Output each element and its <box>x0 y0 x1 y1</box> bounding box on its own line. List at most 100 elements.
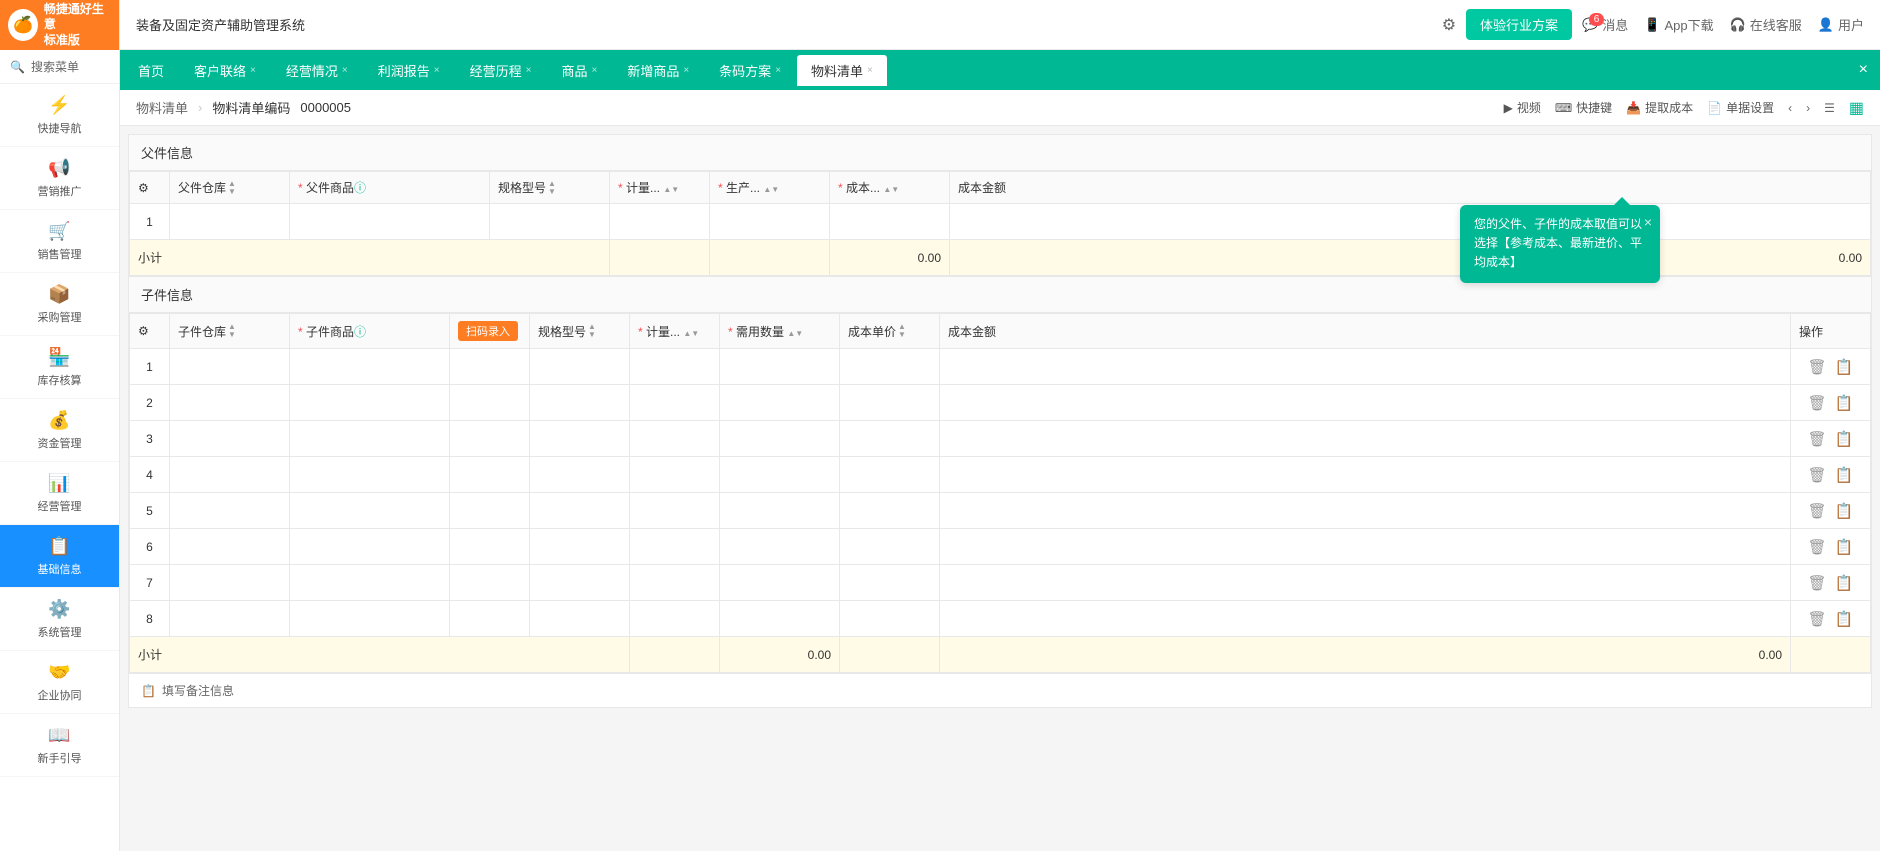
child-qty-8[interactable] <box>720 601 840 637</box>
view-grid-icon[interactable]: ▦ <box>1849 98 1864 118</box>
child-scan-1[interactable] <box>450 349 530 385</box>
sidebar-item-operation[interactable]: 📊 经营管理 <box>0 462 119 525</box>
extract-cost-btn[interactable]: 📥 提取成本 <box>1626 99 1693 116</box>
child-unit-3[interactable] <box>630 421 720 457</box>
child-unit-7[interactable] <box>630 565 720 601</box>
child-product-7[interactable] <box>290 565 450 601</box>
child-unit-cost-2[interactable] <box>840 385 940 421</box>
tab-profit-close[interactable]: × <box>434 65 440 76</box>
child-qty-4[interactable] <box>720 457 840 493</box>
sidebar-item-basic[interactable]: 📋 基础信息 <box>0 525 119 588</box>
child-qty-2[interactable] <box>720 385 840 421</box>
parent-warehouse-1[interactable] <box>170 204 290 240</box>
tab-customer-close[interactable]: × <box>250 65 256 76</box>
sidebar-item-sales[interactable]: 🛒 销售管理 <box>0 210 119 273</box>
copy-row-5[interactable]: 📋 <box>1835 502 1854 520</box>
child-warehouse-4[interactable] <box>170 457 290 493</box>
delete-row-5[interactable]: 🗑 <box>1808 502 1827 520</box>
parent-spec-1[interactable] <box>490 204 610 240</box>
tab-add-goods-close[interactable]: × <box>683 65 689 76</box>
child-warehouse-2[interactable] <box>170 385 290 421</box>
copy-row-8[interactable]: 📋 <box>1835 610 1854 628</box>
parent-cost-1[interactable] <box>830 204 950 240</box>
child-scan-8[interactable] <box>450 601 530 637</box>
tab-profit[interactable]: 利润报告 × <box>364 55 454 86</box>
child-unit-4[interactable] <box>630 457 720 493</box>
sidebar-item-marketing[interactable]: 📢 营销推广 <box>0 147 119 210</box>
tab-history[interactable]: 经营历程 × <box>456 55 546 86</box>
sidebar-item-inventory[interactable]: 🏪 库存核算 <box>0 336 119 399</box>
tab-goods[interactable]: 商品 × <box>547 55 611 86</box>
child-unit-2[interactable] <box>630 385 720 421</box>
child-qty-3[interactable] <box>720 421 840 457</box>
scan-input-btn[interactable]: 扫码录入 <box>458 321 518 341</box>
child-product-2[interactable] <box>290 385 450 421</box>
parent-col-product[interactable]: * 父件商品ⓘ <box>290 172 490 204</box>
child-warehouse-8[interactable] <box>170 601 290 637</box>
copy-row-7[interactable]: 📋 <box>1835 574 1854 592</box>
child-scan-3[interactable] <box>450 421 530 457</box>
child-unit-5[interactable] <box>630 493 720 529</box>
parent-col-spec[interactable]: 规格型号 ▲▼ <box>490 172 610 204</box>
child-warehouse-7[interactable] <box>170 565 290 601</box>
delete-row-1[interactable]: 🗑 <box>1808 358 1827 376</box>
parent-product-1[interactable] <box>290 204 490 240</box>
parent-unit-1[interactable] <box>610 204 710 240</box>
child-warehouse-5[interactable] <box>170 493 290 529</box>
child-spec-5[interactable] <box>530 493 630 529</box>
child-col-qty[interactable]: * 需用数量 ▲▼ <box>720 314 840 349</box>
tab-operation-status[interactable]: 经营情况 × <box>272 55 362 86</box>
child-qty-1[interactable] <box>720 349 840 385</box>
tab-home[interactable]: 首页 <box>124 55 178 86</box>
parent-col-production[interactable]: * 生产... ▲▼ <box>710 172 830 204</box>
child-qty-7[interactable] <box>720 565 840 601</box>
child-col-warehouse[interactable]: 子件仓库 ▲▼ <box>170 314 290 349</box>
child-spec-1[interactable] <box>530 349 630 385</box>
child-unit-cost-7[interactable] <box>840 565 940 601</box>
copy-row-2[interactable]: 📋 <box>1835 394 1854 412</box>
tab-add-goods[interactable]: 新增商品 × <box>613 55 703 86</box>
tab-barcode[interactable]: 条码方案 × <box>705 55 795 86</box>
delete-row-4[interactable]: 🗑 <box>1808 466 1827 484</box>
parent-production-1[interactable] <box>710 204 830 240</box>
parent-col-cost[interactable]: * 成本... ▲▼ <box>830 172 950 204</box>
child-unit-cost-5[interactable] <box>840 493 940 529</box>
child-product-8[interactable] <box>290 601 450 637</box>
app-download-button[interactable]: 📱 App下载 <box>1644 15 1713 34</box>
settings-icon[interactable]: ⚙ <box>1442 15 1456 35</box>
child-unit-6[interactable] <box>630 529 720 565</box>
copy-row-3[interactable]: 📋 <box>1835 430 1854 448</box>
tab-op-close[interactable]: × <box>342 65 348 76</box>
tab-history-close[interactable]: × <box>526 65 532 76</box>
sidebar-item-guide[interactable]: 📖 新手引导 <box>0 714 119 777</box>
child-spec-8[interactable] <box>530 601 630 637</box>
child-col-product[interactable]: * 子件商品ⓘ <box>290 314 450 349</box>
sidebar-search[interactable]: 🔍 搜索菜单 <box>0 50 119 84</box>
child-product-1[interactable] <box>290 349 450 385</box>
child-scan-5[interactable] <box>450 493 530 529</box>
child-spec-7[interactable] <box>530 565 630 601</box>
child-unit-8[interactable] <box>630 601 720 637</box>
sidebar-item-purchase[interactable]: 📦 采购管理 <box>0 273 119 336</box>
child-unit-cost-8[interactable] <box>840 601 940 637</box>
sidebar-item-enterprise[interactable]: 🤝 企业协同 <box>0 651 119 714</box>
child-col-spec[interactable]: 规格型号 ▲▼ <box>530 314 630 349</box>
child-product-3[interactable] <box>290 421 450 457</box>
sidebar-item-finance[interactable]: 💰 资金管理 <box>0 399 119 462</box>
child-warehouse-1[interactable] <box>170 349 290 385</box>
tab-bom-close[interactable]: × <box>867 65 873 76</box>
delete-row-3[interactable]: 🗑 <box>1808 430 1827 448</box>
child-unit-1[interactable] <box>630 349 720 385</box>
copy-row-6[interactable]: 📋 <box>1835 538 1854 556</box>
view-list-icon[interactable]: ☰ <box>1824 101 1835 115</box>
close-all-tabs[interactable]: × <box>1851 61 1876 79</box>
copy-row-4[interactable]: 📋 <box>1835 466 1854 484</box>
trial-button[interactable]: 体验行业方案 <box>1466 9 1572 40</box>
child-scan-6[interactable] <box>450 529 530 565</box>
child-col-unit[interactable]: * 计量... ▲▼ <box>630 314 720 349</box>
tab-barcode-close[interactable]: × <box>775 65 781 76</box>
child-col-setting[interactable]: ⚙ <box>130 314 170 349</box>
child-product-4[interactable] <box>290 457 450 493</box>
delete-row-8[interactable]: 🗑 <box>1808 610 1827 628</box>
child-unit-cost-1[interactable] <box>840 349 940 385</box>
